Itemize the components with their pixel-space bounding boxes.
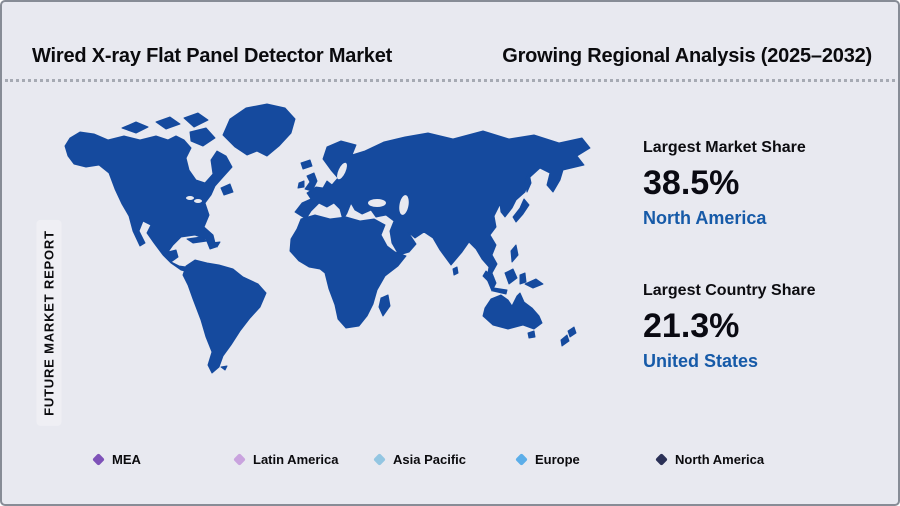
infographic-panel: Wired X-ray Flat Panel Detector Market G… — [0, 0, 900, 506]
stat-market-share-label: Largest Market Share — [643, 139, 806, 156]
legend: MEA Latin America Asia Pacific Europe No… — [2, 450, 898, 468]
africa-shape — [289, 214, 407, 329]
stat-country-share-label: Largest Country Share — [643, 282, 816, 299]
greenland-shape — [222, 103, 296, 157]
north-america-shape — [64, 131, 233, 273]
australia-shape — [482, 292, 543, 330]
header: Wired X-ray Flat Panel Detector Market G… — [2, 2, 898, 79]
legend-dot-mea — [92, 452, 105, 466]
stat-market-share: Largest Market Share 38.5% North America — [643, 139, 893, 229]
legend-item-mea: MEA — [92, 450, 141, 468]
legend-dot-asia-pacific — [373, 452, 386, 466]
legend-label-north-america: North America — [675, 451, 765, 467]
legend-dot-europe — [515, 452, 528, 466]
stat-country-share-region: United States — [643, 351, 759, 371]
stat-country-share: Largest Country Share 21.3% United State… — [643, 282, 893, 372]
stats-column: Largest Market Share 38.5% North America… — [643, 139, 893, 372]
brand-watermark: FUTURE MARKET REPORT — [36, 220, 62, 426]
brand-watermark-text: FUTURE MARKET REPORT — [36, 220, 62, 426]
legend-label-latin-america: Latin America — [253, 451, 339, 467]
stat-market-share-region: North America — [643, 208, 767, 228]
stat-market-share-value: 38.5% — [643, 164, 740, 202]
japan-shape — [512, 198, 530, 223]
page-title-left: Wired X-ray Flat Panel Detector Market — [32, 45, 393, 67]
legend-dot-latin-america — [233, 452, 246, 466]
legend-label-mea: MEA — [112, 451, 141, 467]
header-divider — [5, 79, 895, 82]
legend-label-asia-pacific: Asia Pacific — [393, 451, 466, 467]
legend-dot-north-america — [655, 452, 668, 466]
page-title-right: Growing Regional Analysis (2025–2032) — [502, 45, 872, 67]
legend-item-asia-pacific: Asia Pacific — [373, 450, 466, 468]
world-map-svg — [64, 103, 591, 374]
legend-item-europe: Europe — [515, 450, 580, 468]
legend-item-latin-america: Latin America — [233, 450, 339, 468]
stat-country-share-value: 21.3% — [643, 307, 740, 345]
world-map — [64, 94, 614, 384]
legend-label-europe: Europe — [535, 451, 580, 467]
legend-item-north-america: North America — [655, 450, 765, 468]
south-america-shape — [182, 259, 267, 374]
